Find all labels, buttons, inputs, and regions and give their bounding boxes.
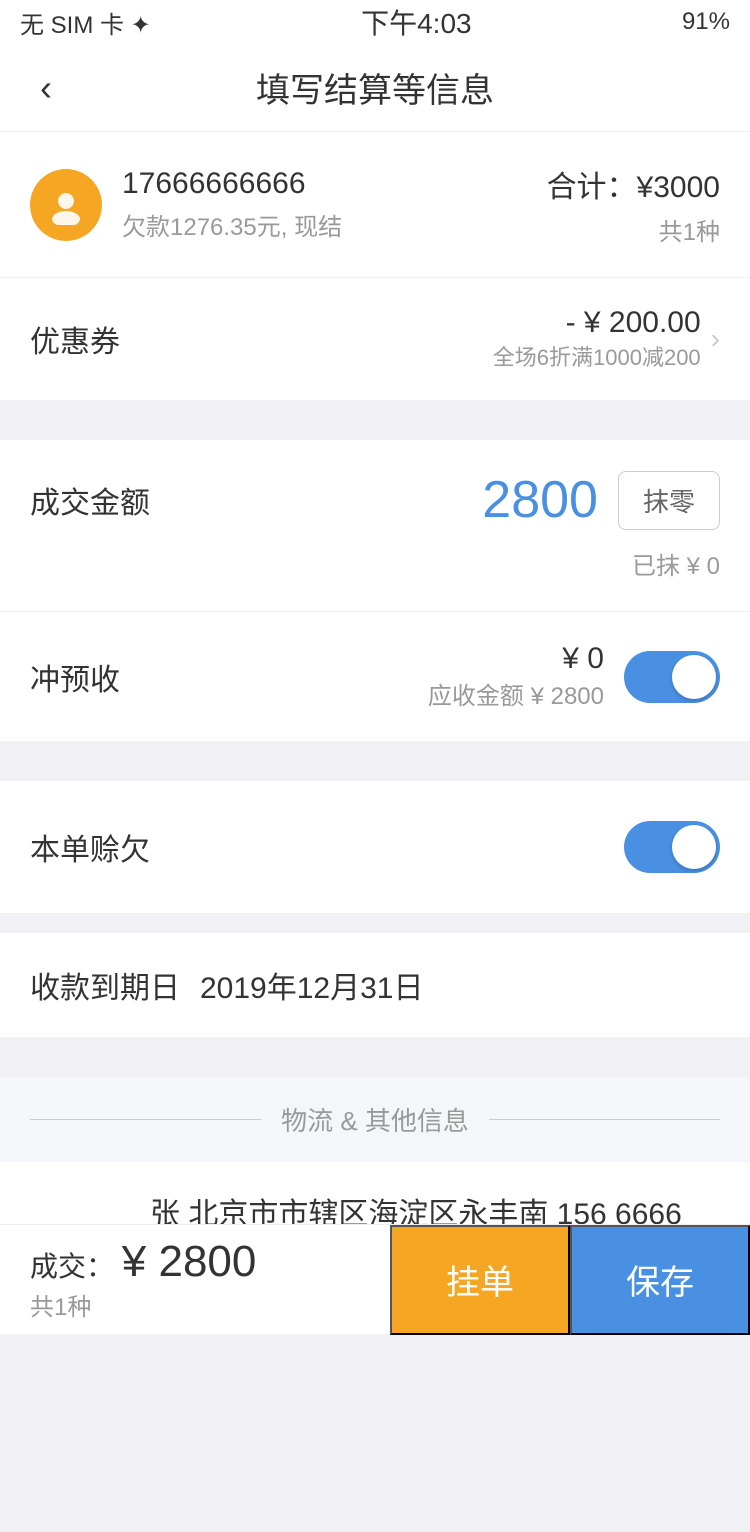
logistics-header: 物流 & 其他信息 <box>0 1077 750 1162</box>
divider-1 <box>0 420 750 440</box>
amount-row-container: 成交金额 2800 抹零 已抹 ¥ 0 <box>0 440 750 611</box>
customer-count: 共1种 <box>547 212 720 247</box>
prepay-toggle[interactable] <box>624 651 720 703</box>
amount-value-row: 2800 抹零 <box>482 470 720 530</box>
prepay-right: ¥ 0 应收金额 ¥ 2800 <box>428 642 720 711</box>
chevron-right-icon: › <box>711 323 720 355</box>
divider-2 <box>0 761 750 781</box>
amount-section: 成交金额 2800 抹零 已抹 ¥ 0 冲预收 ¥ 0 应收金额 ¥ 2800 <box>0 440 750 741</box>
coupon-discount: - ¥ 200.00 <box>493 306 701 340</box>
prepay-row: 冲预收 ¥ 0 应收金额 ¥ 2800 <box>0 611 750 741</box>
customer-row: 17666666666 欠款1276.35元, 现结 合计：¥3000 共1种 <box>0 132 750 277</box>
logistics-line-right <box>489 1119 720 1120</box>
amount-row: 成交金额 2800 抹零 <box>30 470 720 530</box>
save-button[interactable]: 保存 <box>570 1225 750 1335</box>
bottom-summary-amount: ¥ 2800 <box>122 1237 257 1286</box>
bottom-summary-label: 成交： <box>30 1251 114 1282</box>
coupon-row[interactable]: 优惠券 - ¥ 200.00 全场6折满1000减200 › <box>0 277 750 400</box>
customer-info: 17666666666 欠款1276.35元, 现结 <box>122 167 342 242</box>
customer-right: 合计：¥3000 共1种 <box>547 162 720 247</box>
coupon-detail: 全场6折满1000减200 <box>493 340 701 372</box>
avatar <box>30 169 102 241</box>
debt-toggle[interactable] <box>624 821 720 873</box>
round-button[interactable]: 抹零 <box>618 471 720 530</box>
status-bar: 无 SIM 卡 ✦ 下午4:03 91% <box>0 0 750 44</box>
customer-phone: 17666666666 <box>122 167 342 201</box>
coupon-label: 优惠券 <box>30 317 120 361</box>
status-right: 91% <box>682 8 730 36</box>
prepay-sub-info: 应收金额 ¥ 2800 <box>428 676 604 711</box>
amount-number: 2800 <box>482 470 598 530</box>
amount-sub-info: 已抹 ¥ 0 <box>632 553 720 580</box>
customer-total: 合计：¥3000 <box>547 162 720 206</box>
page-title: 填写结算等信息 <box>256 63 494 112</box>
due-date-label: 收款到期日 <box>30 963 180 1007</box>
nav-bar: ‹ 填写结算等信息 <box>0 44 750 132</box>
due-date-row: 收款到期日 2019年12月31日 <box>0 933 750 1037</box>
customer-sub-info: 欠款1276.35元, 现结 <box>122 207 342 242</box>
bottom-space <box>0 1332 750 1532</box>
divider-3 <box>0 1057 750 1077</box>
prepay-label-group: 冲预收 <box>30 655 120 699</box>
sim-status: 无 SIM 卡 ✦ <box>20 5 151 40</box>
back-button[interactable]: ‹ <box>30 57 62 119</box>
debt-row: 本单赊欠 <box>0 781 750 913</box>
customer-left: 17666666666 欠款1276.35元, 现结 <box>30 167 342 242</box>
coupon-right: - ¥ 200.00 全场6折满1000减200 › <box>493 306 720 372</box>
logistics-line-left <box>30 1119 261 1120</box>
prepay-amount: ¥ 0 <box>428 642 604 676</box>
amount-label: 成交金额 <box>30 478 150 522</box>
status-left: 无 SIM 卡 ✦ <box>20 5 151 40</box>
customer-section: 17666666666 欠款1276.35元, 现结 合计：¥3000 共1种 … <box>0 132 750 400</box>
bottom-summary-count: 共1种 <box>30 1287 360 1322</box>
bottom-summary: 成交： ¥ 2800 共1种 <box>0 1237 390 1322</box>
status-time: 下午4:03 <box>361 2 472 42</box>
bottom-summary-prefix: 成交： ¥ 2800 <box>30 1237 360 1287</box>
battery-status: 91% <box>682 8 730 36</box>
debt-label: 本单赊欠 <box>30 825 150 869</box>
logistics-title: 物流 & 其他信息 <box>281 1101 469 1138</box>
due-date-value: 2019年12月31日 <box>200 963 423 1007</box>
prepay-label: 冲预收 <box>30 655 120 699</box>
hold-order-button[interactable]: 挂单 <box>390 1225 570 1335</box>
bottom-bar: 成交： ¥ 2800 共1种 挂单 保存 <box>0 1224 750 1334</box>
